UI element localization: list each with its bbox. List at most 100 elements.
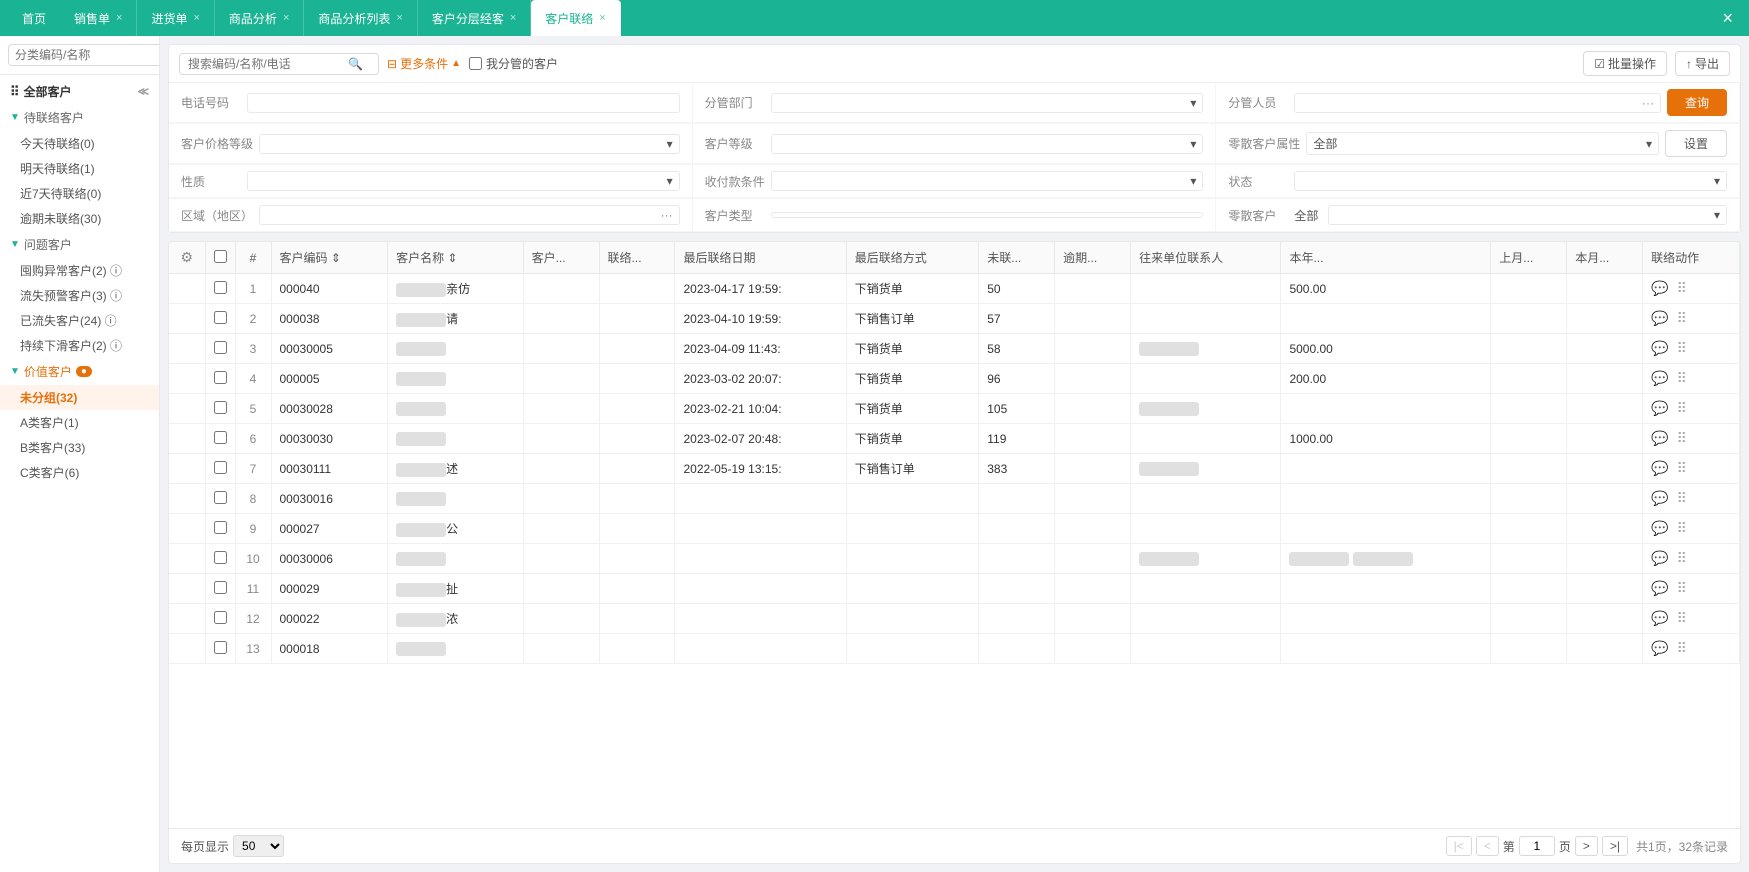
row-checkbox[interactable] (214, 341, 227, 354)
status-select[interactable] (1294, 171, 1727, 191)
retail-attr-select[interactable]: 全部 (1306, 132, 1659, 155)
export-button[interactable]: ↑ 导出 (1675, 51, 1730, 76)
chat-icon[interactable]: 💬 (1651, 280, 1668, 297)
phone-input[interactable] (247, 93, 680, 113)
sidebar-item-overdue[interactable]: 逾期未联络(30) (0, 206, 159, 231)
query-button[interactable]: 查询 (1667, 89, 1727, 116)
tab-customer-segment[interactable]: 客户分层经客 × (418, 0, 531, 36)
method-link[interactable]: 下销售订单 (855, 312, 915, 326)
sidebar-item-today[interactable]: 今天待联络(0) (0, 131, 159, 156)
sidebar-item-ungrouped[interactable]: 未分组(32) (0, 385, 159, 410)
sidebar-item-7days[interactable]: 近7天待联络(0) (0, 181, 159, 206)
sidebar-item-warning[interactable]: 流失预警客户(3) ⓘ (0, 283, 159, 308)
chat-icon[interactable]: 💬 (1651, 370, 1668, 387)
row-checkbox[interactable] (214, 311, 227, 324)
department-select[interactable] (771, 93, 1204, 113)
chat-icon[interactable]: 💬 (1651, 550, 1668, 567)
customer-level-select[interactable] (771, 134, 1204, 154)
menu-icon[interactable]: ⠿ (1677, 310, 1687, 327)
nature-select[interactable] (247, 171, 680, 191)
chat-icon[interactable]: 💬 (1651, 640, 1668, 657)
chat-icon[interactable]: 💬 (1651, 460, 1668, 477)
reset-button[interactable]: 设置 (1665, 130, 1727, 157)
row-checkbox[interactable] (214, 491, 227, 504)
filter-search-icon[interactable]: 🔍 (348, 57, 363, 71)
menu-icon[interactable]: ⠿ (1677, 580, 1687, 597)
price-level-select[interactable] (259, 134, 680, 154)
tab-home[interactable]: 首页 (8, 0, 60, 36)
page-size-select[interactable]: 50 10 20 100 (233, 835, 284, 857)
tab-customer-contact[interactable]: 客户联络 × (531, 0, 620, 36)
sidebar-item-abnormal[interactable]: 囤购异常客户(2) ⓘ (0, 258, 159, 283)
region-select[interactable]: ··· (259, 205, 680, 225)
sidebar-group-problem[interactable]: ▼ 问题客户 (0, 231, 159, 258)
more-conditions-button[interactable]: ⊟ 更多条件 ▲ (387, 55, 461, 72)
menu-icon[interactable]: ⠿ (1677, 550, 1687, 567)
payment-select[interactable] (771, 171, 1204, 191)
sidebar-item-lost[interactable]: 已流失客户(24) ⓘ (0, 308, 159, 333)
batch-operations-button[interactable]: ☑ 批量操作 (1583, 51, 1667, 76)
row-checkbox[interactable] (214, 431, 227, 444)
menu-icon[interactable]: ⠿ (1677, 610, 1687, 627)
row-checkbox[interactable] (214, 611, 227, 624)
chat-icon[interactable]: 💬 (1651, 580, 1668, 597)
settings-icon[interactable]: ⚙ (180, 249, 193, 265)
select-all-checkbox[interactable] (214, 250, 227, 263)
row-checkbox[interactable] (214, 401, 227, 414)
chat-icon[interactable]: 💬 (1651, 430, 1668, 447)
method-link[interactable]: 下销售订单 (855, 462, 915, 476)
customer-segment-tab-close[interactable]: × (510, 12, 516, 24)
chat-icon[interactable]: 💬 (1651, 400, 1668, 417)
chat-icon[interactable]: 💬 (1651, 310, 1668, 327)
row-checkbox[interactable] (214, 371, 227, 384)
row-checkbox[interactable] (214, 551, 227, 564)
customer-contact-tab-close[interactable]: × (599, 12, 605, 24)
menu-icon[interactable]: ⠿ (1677, 490, 1687, 507)
method-link[interactable]: 下销货单 (855, 432, 903, 446)
row-checkbox[interactable] (214, 461, 227, 474)
method-link[interactable]: 下销货单 (855, 282, 903, 296)
menu-icon[interactable]: ⠿ (1677, 400, 1687, 417)
sidebar-item-b-class[interactable]: B类客户(33) (0, 435, 159, 460)
menu-icon[interactable]: ⠿ (1677, 430, 1687, 447)
manager-dots[interactable]: ··· (1642, 96, 1654, 110)
menu-icon[interactable]: ⠿ (1677, 640, 1687, 657)
chat-icon[interactable]: 💬 (1651, 490, 1668, 507)
prev-page-button[interactable]: < (1476, 836, 1499, 856)
method-link[interactable]: 下销货单 (855, 402, 903, 416)
sidebar-item-a-class[interactable]: A类客户(1) (0, 410, 159, 435)
menu-icon[interactable]: ⠿ (1677, 280, 1687, 297)
product-analysis-tab-close[interactable]: × (283, 12, 289, 24)
method-link[interactable]: 下销货单 (855, 372, 903, 386)
product-analysis-list-tab-close[interactable]: × (396, 12, 402, 24)
region-dots[interactable]: ··· (661, 208, 673, 222)
purchase-tab-close[interactable]: × (193, 12, 199, 24)
sales-tab-close[interactable]: × (116, 12, 122, 24)
chat-icon[interactable]: 💬 (1651, 610, 1668, 627)
row-checkbox[interactable] (214, 581, 227, 594)
customer-type-select[interactable] (771, 212, 1204, 218)
tab-sales[interactable]: 销售单 × (60, 0, 137, 36)
method-link[interactable]: 下销货单 (855, 342, 903, 356)
menu-icon[interactable]: ⠿ (1677, 370, 1687, 387)
filter-search-input[interactable] (188, 57, 348, 71)
tab-product-analysis[interactable]: 商品分析 × (215, 0, 304, 36)
sidebar-item-tomorrow[interactable]: 明天待联络(1) (0, 156, 159, 181)
page-number-input[interactable] (1519, 836, 1555, 856)
row-checkbox[interactable] (214, 641, 227, 654)
sidebar-search-input[interactable] (8, 44, 160, 66)
menu-icon[interactable]: ⠿ (1677, 340, 1687, 357)
sidebar-group-pending[interactable]: ▼ 待联络客户 (0, 104, 159, 131)
chat-icon[interactable]: 💬 (1651, 340, 1668, 357)
manager-select[interactable]: ··· (1294, 93, 1661, 113)
last-page-button[interactable]: >| (1602, 836, 1628, 856)
first-page-button[interactable]: |< (1446, 836, 1472, 856)
chat-icon[interactable]: 💬 (1651, 520, 1668, 537)
retail-customer-select[interactable] (1328, 205, 1727, 225)
menu-icon[interactable]: ⠿ (1677, 520, 1687, 537)
menu-icon[interactable]: ⠿ (1677, 460, 1687, 477)
tab-purchase[interactable]: 进货单 × (137, 0, 214, 36)
all-customers-header[interactable]: ⠿ 全部客户 ≪ (0, 75, 159, 104)
sidebar-item-declining[interactable]: 持续下滑客户(2) ⓘ (0, 333, 159, 358)
tab-product-analysis-list[interactable]: 商品分析列表 × (304, 0, 417, 36)
